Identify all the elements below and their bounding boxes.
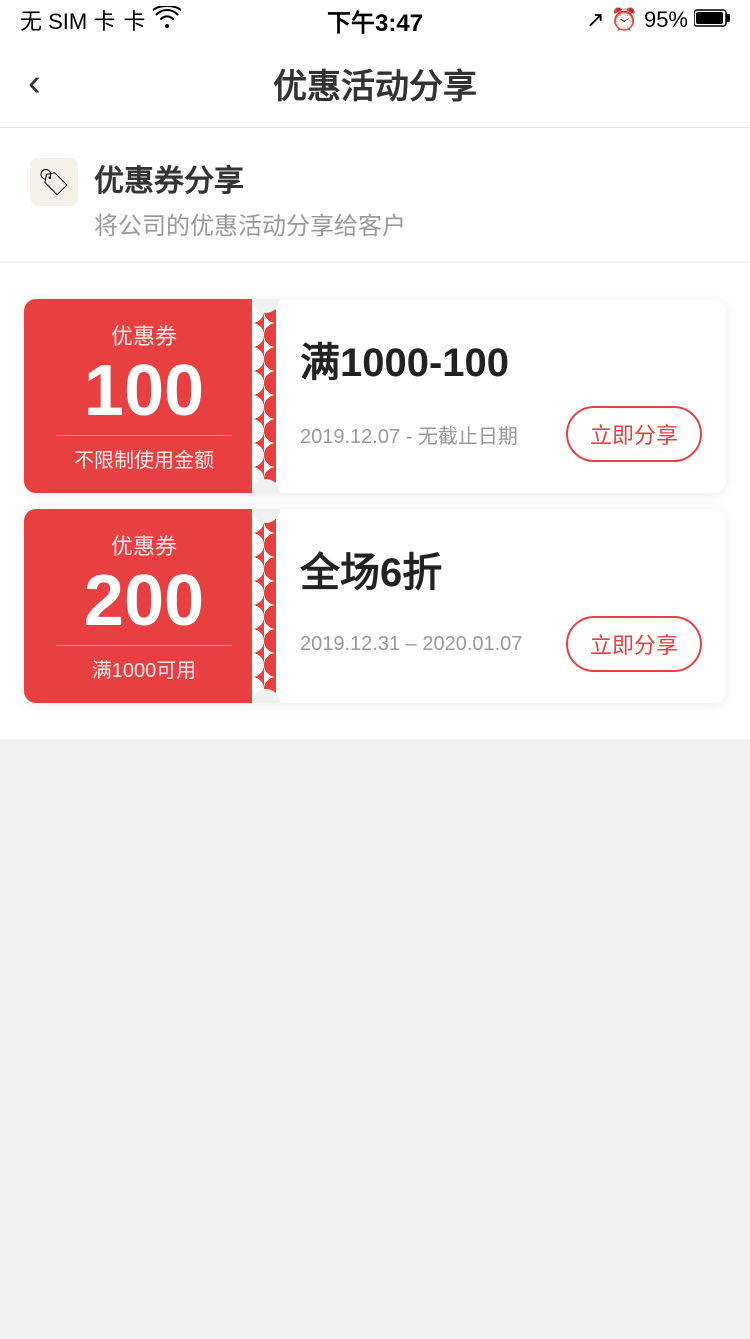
battery-icon <box>694 7 730 33</box>
nav-title: 优惠活动分享 <box>273 59 477 108</box>
bottom-area <box>0 739 750 1339</box>
status-right: ↗ ⏰ 95% <box>586 7 730 33</box>
coupon-item-2: 优惠券 200 满1000可用 全场6折 2019.12.31 – 2020.0… <box>24 509 726 703</box>
carrier-text: 无 SIM 卡 <box>20 4 115 36</box>
coupon-date-1: 2019.12.07 - 无截止日期 <box>300 420 566 449</box>
coupon-left-1: 优惠券 100 不限制使用金额 <box>24 299 264 493</box>
nav-bar: ‹ 优惠活动分享 <box>0 40 750 128</box>
coupon-date-2: 2019.12.31 – 2020.01.07 <box>300 633 566 656</box>
status-time: 下午3:47 <box>327 3 423 38</box>
sim-icon: 卡 <box>123 4 145 36</box>
coupon-icon: 🏷 <box>37 167 70 198</box>
section-text: 优惠券分享 将公司的优惠活动分享给客户 <box>94 156 406 241</box>
coupon-label-2: 优惠券 <box>111 529 177 561</box>
alarm-icon: ⏰ <box>611 7 638 33</box>
wifi-icon <box>153 6 181 34</box>
section-title: 优惠券分享 <box>94 156 406 200</box>
status-bar: 无 SIM 卡 卡 下午3:47 ↗ ⏰ 95% <box>0 0 750 40</box>
coupon-title-2: 全场6折 <box>300 540 702 598</box>
share-button-1[interactable]: 立即分享 <box>566 406 702 462</box>
coupon-meta-2: 2019.12.31 – 2020.01.07 立即分享 <box>300 616 702 672</box>
coupon-divider-1 <box>56 435 232 436</box>
coupon-meta-1: 2019.12.07 - 无截止日期 立即分享 <box>300 406 702 462</box>
section-icon: 🏷 <box>30 158 78 206</box>
coupon-list: 优惠券 100 不限制使用金额 满1000-100 2019.12.07 - 无… <box>0 263 750 739</box>
coupon-label-1: 优惠券 <box>111 319 177 351</box>
back-button[interactable]: ‹ <box>28 62 41 105</box>
coupon-title-1: 满1000-100 <box>300 330 702 388</box>
status-left: 无 SIM 卡 卡 <box>20 4 181 36</box>
coupon-left-2: 优惠券 200 满1000可用 <box>24 509 264 703</box>
coupon-amount-2: 200 <box>84 565 204 637</box>
section-subtitle: 将公司的优惠活动分享给客户 <box>94 206 406 241</box>
section-header: 🏷 优惠券分享 将公司的优惠活动分享给客户 <box>0 128 750 261</box>
location-icon: ↗ <box>586 7 604 33</box>
coupon-right-1: 满1000-100 2019.12.07 - 无截止日期 立即分享 <box>264 299 726 493</box>
share-button-2[interactable]: 立即分享 <box>566 616 702 672</box>
coupon-condition-2: 满1000可用 <box>92 654 197 683</box>
coupon-condition-1: 不限制使用金额 <box>74 444 214 473</box>
coupon-amount-1: 100 <box>84 355 204 427</box>
coupon-right-2: 全场6折 2019.12.31 – 2020.01.07 立即分享 <box>264 509 726 703</box>
coupon-divider-2 <box>56 645 232 646</box>
coupon-item: 优惠券 100 不限制使用金额 满1000-100 2019.12.07 - 无… <box>24 299 726 493</box>
battery-text: 95% <box>644 7 688 33</box>
